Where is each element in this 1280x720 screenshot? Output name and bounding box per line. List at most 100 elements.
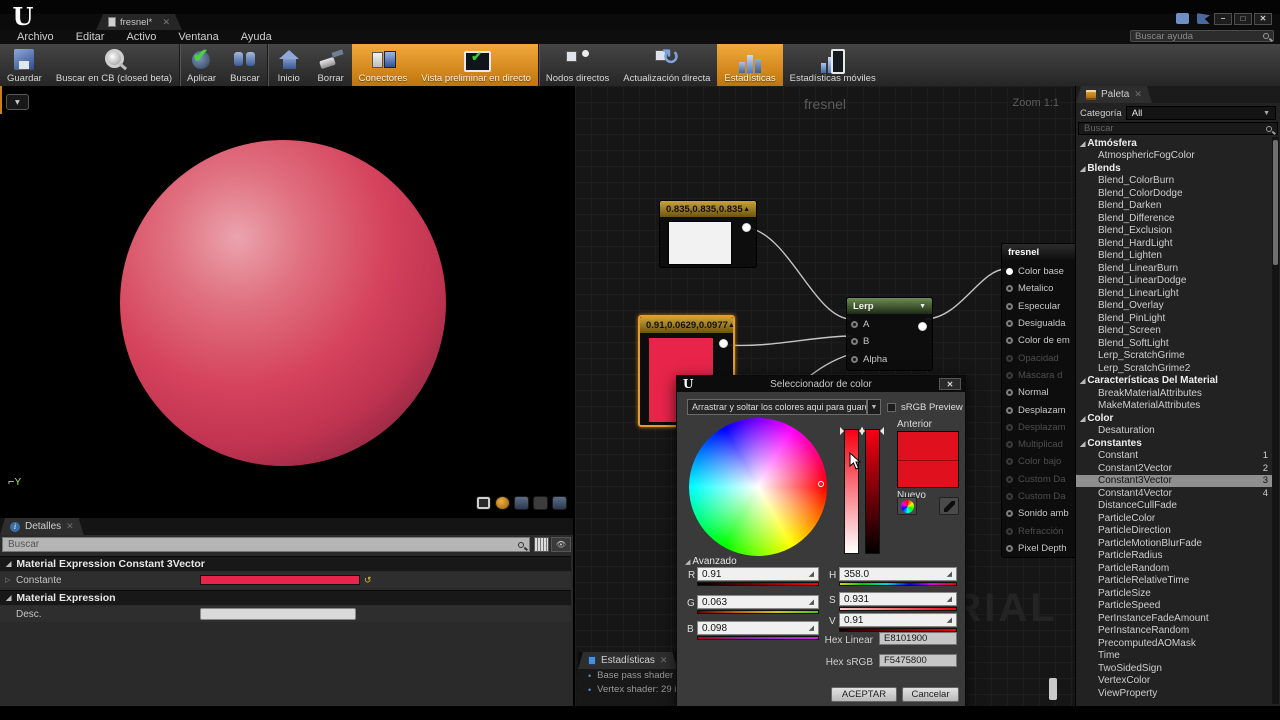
pin-circle-icon[interactable] <box>1006 285 1013 293</box>
saved-colors-dropdown[interactable]: Arrastrar y soltar los colores aqui para… <box>687 399 867 415</box>
saturation-slider[interactable] <box>840 427 863 554</box>
palette-row[interactable]: Blend_Lighten <box>1076 250 1272 263</box>
collapse-icon[interactable]: ▼ <box>919 303 926 310</box>
palette-row[interactable]: Desaturation <box>1076 425 1272 438</box>
palette-row[interactable]: Blend_HardLight <box>1076 237 1272 250</box>
node-header[interactable]: Lerp ▼ <box>847 298 932 314</box>
node-pin[interactable]: Desigualda <box>1002 315 1075 332</box>
details-section-header[interactable]: ◢ Material Expression Constant 3Vector <box>0 556 571 571</box>
pin-circle-icon[interactable] <box>1006 302 1013 310</box>
node-header[interactable]: 0.91,0.0629,0.0977 ▲ <box>640 317 735 333</box>
palette-row[interactable]: Lerp_ScratchGrime2 <box>1076 362 1272 375</box>
desc-text-input[interactable] <box>200 608 356 620</box>
details-search-input[interactable]: Buscar <box>2 537 530 552</box>
palette-row[interactable]: AtmosphericFogColor <box>1076 150 1272 163</box>
palette-row[interactable]: ParticleSpeed <box>1076 600 1272 613</box>
value-slider[interactable] <box>861 427 884 554</box>
palette-row[interactable]: Color <box>1076 412 1272 425</box>
palette-row[interactable]: Constant3Vector 3 <box>1076 474 1272 487</box>
graph-scrollbar-grip[interactable] <box>1049 678 1057 700</box>
palette-search-input[interactable]: Buscar <box>1078 122 1278 135</box>
palette-row[interactable]: ViewProperty <box>1076 687 1272 700</box>
toolbar-button[interactable]: Vista preliminar en directo <box>414 44 538 86</box>
pin-circle-icon[interactable] <box>1006 389 1013 397</box>
dialog-titlebar[interactable]: U Seleccionador de color <box>677 376 965 392</box>
s-input[interactable]: 0.931 <box>839 592 957 606</box>
output-pin[interactable] <box>918 322 927 331</box>
palette-row[interactable]: Características Del Material <box>1076 375 1272 388</box>
palette-row[interactable]: ParticleDirection <box>1076 525 1272 538</box>
pin-circle-icon[interactable] <box>1006 423 1013 431</box>
palette-row[interactable]: Blend_Overlay <box>1076 300 1272 313</box>
palette-row[interactable]: PerInstanceRandom <box>1076 625 1272 638</box>
pin-circle-icon[interactable] <box>1006 527 1013 535</box>
menu-item[interactable]: Activo <box>115 31 167 43</box>
cancel-button[interactable]: Cancelar <box>902 687 959 702</box>
preview-sphere-button[interactable] <box>495 496 510 510</box>
h-input[interactable]: 358.0 <box>839 567 957 581</box>
toolbar-button[interactable]: Estadísticas <box>717 44 783 86</box>
palette-row[interactable]: Constant2Vector 2 <box>1076 462 1272 475</box>
preview-frame-button[interactable] <box>476 496 491 510</box>
node-pin[interactable]: Metalico <box>1002 280 1075 297</box>
lerp-node[interactable]: Lerp ▼ A B Alpha <box>846 297 933 371</box>
viewport-options-dropdown[interactable]: ▾ <box>6 94 29 110</box>
g-input[interactable]: 0.063 <box>697 595 819 609</box>
expander-icon[interactable]: ▷ <box>5 576 10 584</box>
palette-row[interactable]: Blend_Darken <box>1076 200 1272 213</box>
palette-row[interactable]: Blend_LinearLight <box>1076 287 1272 300</box>
palette-row[interactable]: PrecomputedAOMask <box>1076 637 1272 650</box>
restore-button[interactable]: □ <box>1234 13 1252 25</box>
palette-row[interactable]: Blend_ColorDodge <box>1076 187 1272 200</box>
reset-to-default-icon[interactable]: ↺ <box>364 575 372 586</box>
palette-row[interactable]: Blends <box>1076 162 1272 175</box>
palette-row[interactable]: ParticleRandom <box>1076 562 1272 575</box>
pin-circle-icon[interactable] <box>851 355 858 363</box>
node-header[interactable]: fresnel <box>1002 244 1075 260</box>
palette-row[interactable]: Blend_Difference <box>1076 212 1272 225</box>
color-wheel[interactable] <box>689 418 827 556</box>
node-pin[interactable]: B <box>847 333 932 350</box>
palette-row[interactable]: ParticleRadius <box>1076 550 1272 563</box>
r-input[interactable]: 0.91 <box>697 567 819 581</box>
details-section-header[interactable]: ◢ Material Expression <box>0 590 571 605</box>
palette-row[interactable]: PerInstanceFadeAmount <box>1076 612 1272 625</box>
pin-circle-icon[interactable] <box>1006 268 1013 276</box>
preview-plane-button[interactable] <box>514 496 529 510</box>
details-visibility-dropdown[interactable]: 👁 <box>551 537 571 552</box>
palette-row[interactable]: Atmósfera <box>1076 137 1272 150</box>
node-pin[interactable]: Refracción <box>1002 522 1075 539</box>
v-input[interactable]: 0.91 <box>839 613 957 627</box>
menu-item[interactable]: Ayuda <box>230 31 283 43</box>
palette-row[interactable]: Blend_Screen <box>1076 325 1272 338</box>
color-wheel-selector[interactable] <box>818 481 824 487</box>
pin-circle-icon[interactable] <box>851 338 858 346</box>
palette-row[interactable]: Blend_SoftLight <box>1076 337 1272 350</box>
node-pin[interactable]: Opacidad <box>1002 349 1075 366</box>
pin-circle-icon[interactable] <box>1006 544 1013 552</box>
node-pin[interactable]: Color base <box>1002 263 1075 280</box>
pin-circle-icon[interactable] <box>1006 510 1013 518</box>
palette-scrollbar[interactable] <box>1272 137 1279 704</box>
node-pin[interactable]: Color bajo <box>1002 453 1075 470</box>
pin-circle-icon[interactable] <box>1006 337 1013 345</box>
pin-circle-icon[interactable] <box>1006 320 1013 328</box>
accept-button[interactable]: ACEPTAR <box>831 687 897 702</box>
palette-row[interactable]: Blend_LinearBurn <box>1076 262 1272 275</box>
toolbar-button[interactable]: Inicio <box>266 44 310 86</box>
output-pin[interactable] <box>719 339 728 348</box>
collapse-icon[interactable]: ▲ <box>728 322 735 329</box>
node-pin[interactable]: Máscara d <box>1002 367 1075 384</box>
preview-cube-button[interactable] <box>533 496 548 510</box>
palette-row[interactable]: VertexColor <box>1076 675 1272 688</box>
palette-row[interactable]: Blend_LinearDodge <box>1076 275 1272 288</box>
constant-node-white[interactable]: 0.835,0.835,0.835 ▲ <box>659 200 757 268</box>
feedback-bubble-icon[interactable] <box>1176 13 1189 24</box>
palette-row[interactable]: Constantes <box>1076 437 1272 450</box>
flag-icon[interactable] <box>1197 13 1210 24</box>
node-pin[interactable]: Custom Da <box>1002 488 1075 505</box>
palette-row[interactable]: ParticleRelativeTime <box>1076 575 1272 588</box>
palette-row[interactable]: Time <box>1076 650 1272 663</box>
pin-circle-icon[interactable] <box>1006 458 1013 466</box>
pin-circle-icon[interactable] <box>1006 493 1013 500</box>
